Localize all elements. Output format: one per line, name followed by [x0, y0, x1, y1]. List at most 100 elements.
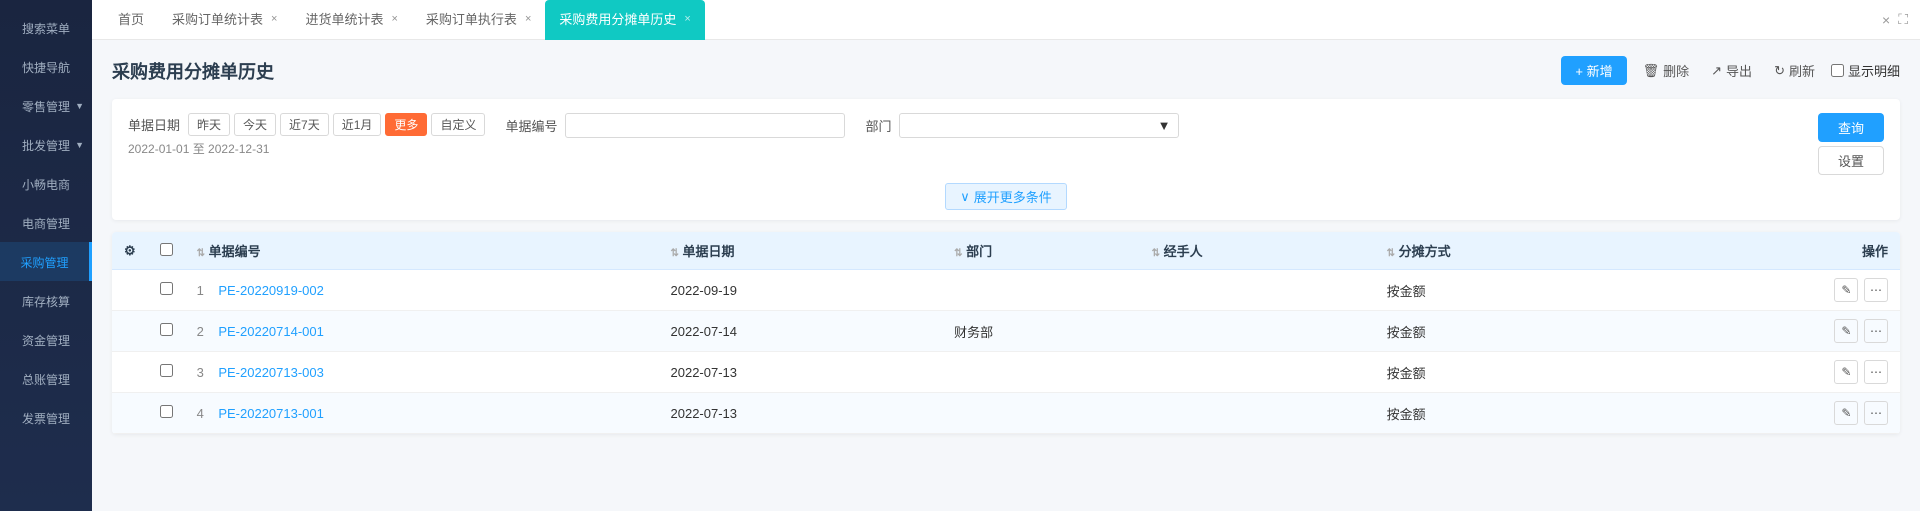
search-button[interactable]: 查询 [1818, 113, 1884, 142]
row-date-cell: 2022-07-14 [659, 311, 943, 352]
more-ops-icon[interactable]: ⋯ [1864, 401, 1888, 425]
table-header: ⚙ ⇅ 单据编号 ⇅ 单据日期 ⇅ 部门 ⇅ 经手人 ⇅ 分摊方式 操作 [112, 232, 1900, 270]
edit-icon[interactable]: ✎ [1834, 278, 1858, 302]
sidebar-item-电商管理[interactable]: 电商管理 [0, 203, 92, 242]
th-settings[interactable]: ⚙ [112, 232, 148, 270]
export-icon: ↗ [1711, 63, 1722, 79]
sort-icon: ⇅ [954, 248, 962, 259]
tab-1[interactable]: 采购订单统计表 × [158, 0, 291, 40]
edit-icon[interactable]: ✎ [1834, 319, 1858, 343]
sidebar-item-采购管理[interactable]: 采购管理 [0, 242, 92, 281]
page-actions: + 新增 🗑 删除 ↗ 导出 ↻ 刷新 显示明细 [1561, 56, 1900, 85]
table-row: 4 PE-20220713-001 2022-07-13 按金额 ✎ ⋯ [112, 393, 1900, 434]
tab-0[interactable]: 首页 [104, 0, 158, 40]
show-columns-toggle[interactable]: 显示明细 [1831, 61, 1900, 80]
date-btn-7days[interactable]: 近7天 [280, 113, 329, 136]
date-search-field: 单据日期 昨天 今天 近7天 近1月 更多 自定义 [128, 113, 485, 136]
date-btn-today[interactable]: 今天 [234, 113, 276, 136]
row-handler-cell [1140, 352, 1375, 393]
row-num-cell: 3 PE-20220713-003 [185, 352, 659, 393]
tab-label: 采购订单执行表 [426, 9, 517, 28]
tab-close-icon[interactable]: × [684, 13, 690, 25]
close-window-icon[interactable]: × [1882, 12, 1890, 28]
refresh-icon: ↻ [1774, 63, 1785, 79]
th-checkbox[interactable] [148, 232, 185, 270]
sidebar-item-快捷导航[interactable]: 快捷导航 [0, 47, 92, 86]
edit-icon[interactable]: ✎ [1834, 401, 1858, 425]
select-all-checkbox[interactable] [160, 243, 173, 256]
add-button[interactable]: + 新增 [1561, 56, 1626, 85]
sort-icon: ⇅ [1152, 248, 1160, 259]
more-ops-icon[interactable]: ⋯ [1864, 360, 1888, 384]
show-columns-checkbox[interactable] [1831, 64, 1844, 77]
tab-2[interactable]: 进货单统计表× [291, 0, 411, 40]
row-ops-cell: ✎ ⋯ [1650, 352, 1900, 393]
expand-more-button[interactable]: ∨ 展开更多条件 [945, 183, 1067, 210]
data-table: ⚙ ⇅ 单据编号 ⇅ 单据日期 ⇅ 部门 ⇅ 经手人 ⇅ 分摊方式 操作 [112, 232, 1900, 434]
date-range-text: 2022-01-01 至 2022-12-31 [128, 140, 485, 157]
date-btn-1month[interactable]: 近1月 [333, 113, 382, 136]
more-ops-icon[interactable]: ⋯ [1864, 278, 1888, 302]
row-checkbox-cell[interactable] [148, 311, 185, 352]
dept-select[interactable]: ▼ [899, 113, 1179, 138]
date-btn-custom[interactable]: 自定义 [431, 113, 485, 136]
doc-num-label: 单据编号 [505, 116, 557, 135]
row-checkbox[interactable] [160, 405, 173, 418]
row-checkbox-cell[interactable] [148, 270, 185, 311]
doc-no-link[interactable]: PE-20220919-002 [218, 283, 324, 298]
export-button[interactable]: ↗ 导出 [1705, 57, 1758, 84]
row-num-cell: 1 PE-20220919-002 [185, 270, 659, 311]
setting-button[interactable]: 设置 [1818, 146, 1884, 175]
doc-no-link[interactable]: PE-20220713-003 [218, 365, 324, 380]
row-checkbox-cell[interactable] [148, 352, 185, 393]
edit-icon[interactable]: ✎ [1834, 360, 1858, 384]
row-checkbox[interactable] [160, 323, 173, 336]
row-num: 2 [197, 324, 204, 339]
refresh-button[interactable]: ↻ 刷新 [1768, 57, 1821, 84]
sidebar-item-批发管理[interactable]: 批发管理 [0, 125, 92, 164]
sidebar-item-零售管理[interactable]: 零售管理 [0, 86, 92, 125]
delete-button[interactable]: 🗑 删除 [1637, 57, 1696, 84]
row-settings-cell [112, 311, 148, 352]
th-date: ⇅ 单据日期 [659, 232, 943, 270]
row-checkbox[interactable] [160, 282, 173, 295]
row-dept-cell: 财务部 [942, 311, 1139, 352]
date-btn-yesterday[interactable]: 昨天 [188, 113, 230, 136]
tab-label: 首页 [118, 9, 144, 28]
doc-no-link[interactable]: PE-20220714-001 [218, 324, 324, 339]
sidebar-item-库存核算[interactable]: 库存核算 [0, 281, 92, 320]
doc-num-input[interactable] [565, 113, 845, 138]
sidebar: 搜索菜单快捷导航零售管理批发管理小畅电商电商管理采购管理库存核算资金管理总账管理… [0, 0, 92, 511]
tab-bar: 首页采购订单统计表×进货单统计表×采购订单执行表×采购费用分摊单历史× × ⛶ [92, 0, 1920, 40]
row-checkbox[interactable] [160, 364, 173, 377]
sidebar-item-小畅电商[interactable]: 小畅电商 [0, 164, 92, 203]
dept-label: 部门 [865, 116, 891, 135]
tab-close-icon[interactable]: × [391, 13, 397, 25]
more-ops-icon[interactable]: ⋯ [1864, 319, 1888, 343]
sidebar-item-发票管理[interactable]: 发票管理 [0, 398, 92, 437]
row-dept-cell [942, 352, 1139, 393]
main-content: 首页采购订单统计表×进货单统计表×采购订单执行表×采购费用分摊单历史× × ⛶ … [92, 0, 1920, 511]
doc-no-link[interactable]: PE-20220713-001 [218, 406, 324, 421]
sidebar-item-资金管理[interactable]: 资金管理 [0, 320, 92, 359]
sidebar-item-总账管理[interactable]: 总账管理 [0, 359, 92, 398]
table-container: ⚙ ⇅ 单据编号 ⇅ 单据日期 ⇅ 部门 ⇅ 经手人 ⇅ 分摊方式 操作 [112, 232, 1900, 434]
tab-3[interactable]: 采购订单执行表 × [412, 0, 545, 40]
maximize-window-icon[interactable]: ⛶ [1898, 11, 1908, 28]
sort-icon: ⇅ [671, 248, 679, 259]
tab-bar-actions: × ⛶ [1882, 11, 1908, 28]
date-btn-more[interactable]: 更多 [385, 113, 427, 136]
page-area: 采购费用分摊单历史 + 新增 🗑 删除 ↗ 导出 ↻ 刷新 显示明细 [92, 40, 1920, 511]
row-handler-cell [1140, 311, 1375, 352]
row-method-cell: 按金额 [1375, 393, 1651, 434]
tab-label: 采购订单统计表 [172, 9, 263, 28]
tab-4[interactable]: 采购费用分摊单历史× [545, 0, 704, 40]
row-checkbox-cell[interactable] [148, 393, 185, 434]
sidebar-item-搜索菜单[interactable]: 搜索菜单 [0, 8, 92, 47]
search-btn-group: 查询 设置 [1818, 113, 1884, 175]
page-header: 采购费用分摊单历史 + 新增 🗑 删除 ↗ 导出 ↻ 刷新 显示明细 [112, 56, 1900, 85]
tab-close-icon[interactable]: × [271, 13, 277, 25]
tab-close-icon[interactable]: × [525, 13, 531, 25]
delete-icon: 🗑 [1643, 63, 1660, 79]
row-num: 4 [197, 406, 204, 421]
